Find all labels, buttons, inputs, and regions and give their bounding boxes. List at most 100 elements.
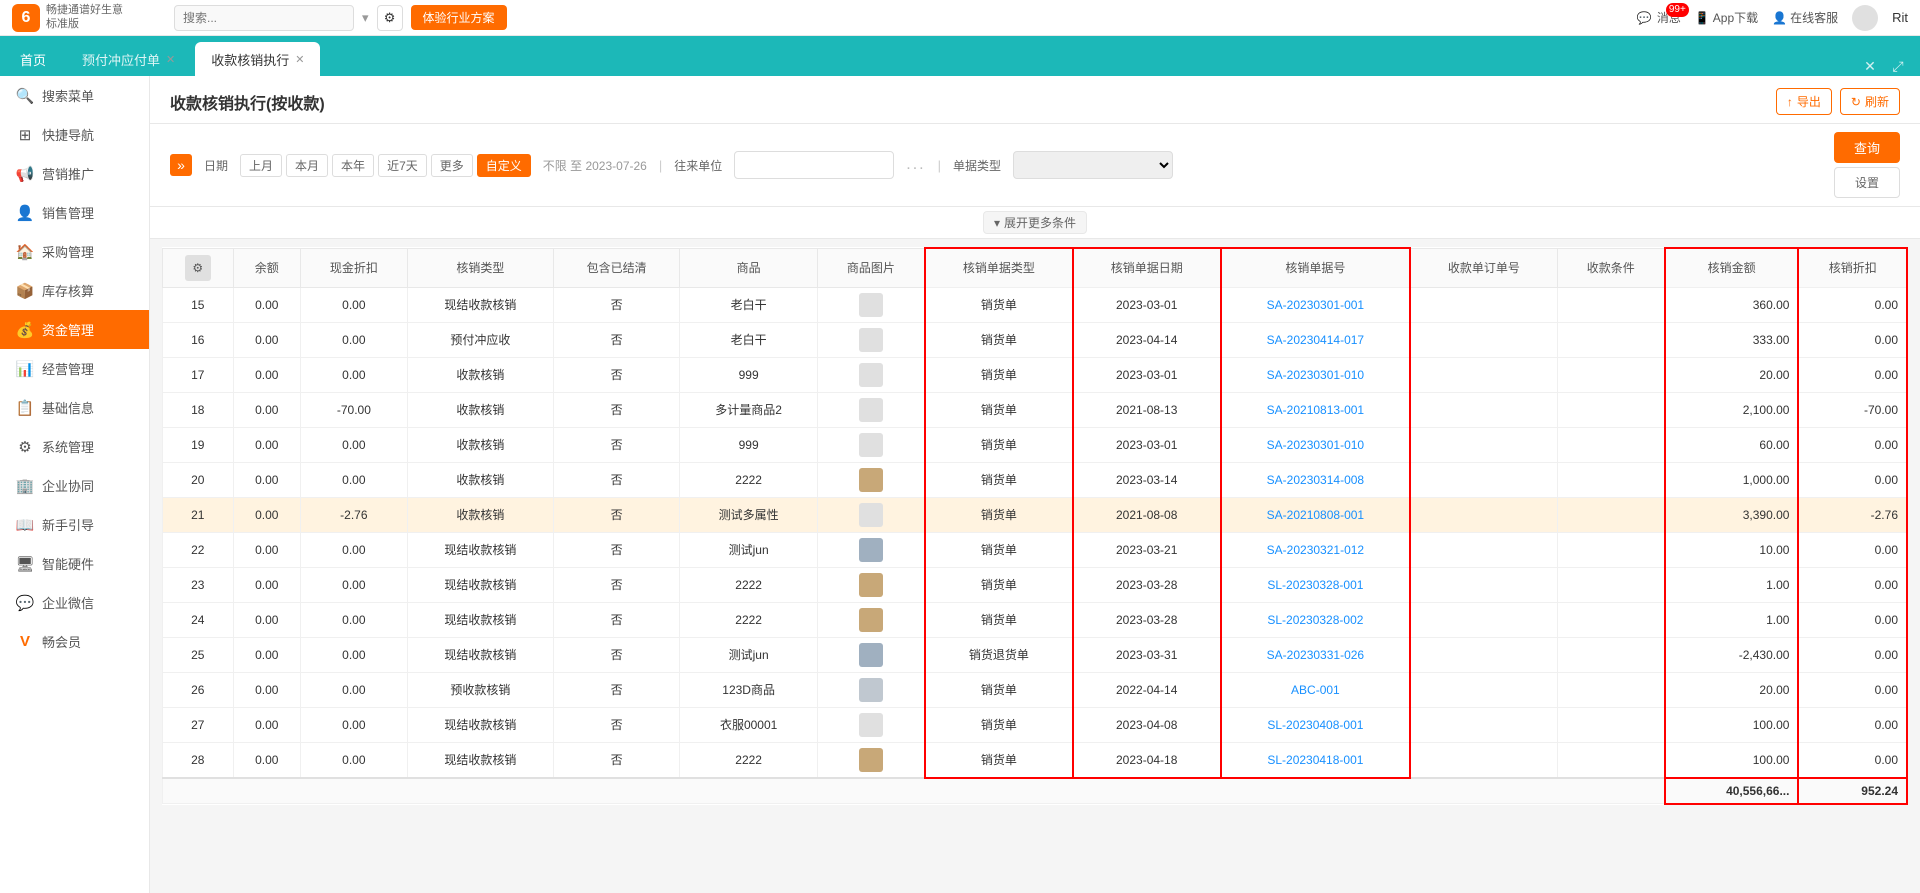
cell-bill-no[interactable]: SL-20230328-001 (1221, 567, 1411, 602)
bill-no-link[interactable]: SA-20210813-001 (1267, 403, 1364, 417)
maximize-win-btn[interactable]: ⤢ (1888, 56, 1908, 76)
sidebar-item-quicknav[interactable]: ⊞ 快捷导航 (0, 115, 149, 154)
cell-bill-no[interactable]: SA-20230301-010 (1221, 357, 1411, 392)
bill-no-link[interactable]: SL-20230328-002 (1267, 613, 1363, 627)
user-label: Rit (1892, 10, 1908, 25)
col-settings-icon[interactable]: ⚙ (185, 255, 211, 281)
bill-no-link[interactable]: SA-20230321-012 (1267, 543, 1364, 557)
cell-bill-no[interactable]: SL-20230408-001 (1221, 707, 1411, 742)
cell-product-img (817, 672, 925, 707)
table-area[interactable]: ⚙ 余额 现金折扣 核销类型 包含已结清 商品 商品图片 核销单据类型 核销单据… (150, 239, 1920, 893)
date-btn-last-month[interactable]: 上月 (240, 154, 282, 177)
sidebar-item-member[interactable]: V 畅会员 (0, 622, 149, 661)
tab-verify-close[interactable]: ✕ (295, 53, 304, 66)
service-icon: 👤 (1772, 11, 1787, 25)
cell-bill-no[interactable]: SA-20230414-017 (1221, 322, 1411, 357)
dropdown-icon[interactable]: ▾ (362, 10, 369, 26)
sidebar-item-business[interactable]: 📊 经营管理 (0, 349, 149, 388)
sidebar-item-system[interactable]: ⚙ 系统管理 (0, 427, 149, 466)
date-btn-7days[interactable]: 近7天 (378, 154, 427, 177)
bill-no-link[interactable]: SA-20230414-017 (1267, 333, 1364, 347)
bill-no-link[interactable]: SL-20230418-001 (1267, 753, 1363, 767)
close-win-btn[interactable]: ✕ (1860, 56, 1880, 76)
cell-bill-no[interactable]: SA-20230301-010 (1221, 427, 1411, 462)
sidebar-item-corp[interactable]: 🏢 企业协同 (0, 466, 149, 505)
refresh-btn[interactable]: ↻ 刷新 (1840, 88, 1900, 115)
cell-bill-no[interactable]: SA-20230301-001 (1221, 287, 1411, 322)
sidebar-item-guide[interactable]: 📖 新手引导 (0, 505, 149, 544)
cell-bill-date: 2023-03-01 (1073, 427, 1221, 462)
sidebar-item-sales[interactable]: 👤 销售管理 (0, 193, 149, 232)
table-row: 22 0.00 0.00 现结收款核销 否 测试jun 销货单 2023-03-… (163, 532, 1908, 567)
date-btn-this-month[interactable]: 本月 (286, 154, 328, 177)
bill-no-link[interactable]: SL-20230408-001 (1267, 718, 1363, 732)
industry-btn[interactable]: 体验行业方案 (411, 5, 507, 30)
cell-bill-no[interactable]: SA-20230331-026 (1221, 637, 1411, 672)
online-service[interactable]: 👤 在线客服 (1772, 9, 1838, 26)
cell-include-cleared: 否 (553, 532, 679, 567)
export-btn[interactable]: ↑ 导出 (1776, 88, 1832, 115)
cell-bill-no[interactable]: SL-20230418-001 (1221, 742, 1411, 778)
cell-bill-no[interactable]: SA-20230321-012 (1221, 532, 1411, 567)
col-bill-no: 核销单据号 (1221, 248, 1411, 287)
table-row: 21 0.00 -2.76 收款核销 否 测试多属性 销货单 2021-08-0… (163, 497, 1908, 532)
cell-bill-no[interactable]: SA-20230314-008 (1221, 462, 1411, 497)
cell-bill-type: 销货单 (925, 497, 1073, 532)
sidebar-item-purchase[interactable]: 🏠 采购管理 (0, 232, 149, 271)
marketing-icon: 📢 (16, 165, 34, 183)
sidebar-item-search[interactable]: 🔍 搜索菜单 (0, 76, 149, 115)
message-icon-wrap[interactable]: 💬 99+ 消息 (1637, 9, 1681, 26)
cell-bill-type: 销货单 (925, 707, 1073, 742)
bill-no-link[interactable]: SL-20230328-001 (1267, 578, 1363, 592)
bill-no-link[interactable]: SA-20230301-010 (1267, 438, 1364, 452)
expand-more-btn[interactable]: ▾ 展开更多条件 (983, 211, 1087, 234)
settings-icon[interactable]: ⚙ (377, 5, 403, 31)
download-icon: 📱 (1695, 11, 1710, 25)
date-btn-this-year[interactable]: 本年 (332, 154, 374, 177)
filter-expand-btn[interactable]: » (170, 154, 192, 176)
date-btn-more[interactable]: 更多 (431, 154, 473, 177)
bill-no-link[interactable]: SA-20210808-001 (1267, 508, 1364, 522)
cell-bill-no[interactable]: SA-20210808-001 (1221, 497, 1411, 532)
cell-verify-amount: 333.00 (1665, 322, 1799, 357)
wechat-icon: 💬 (16, 594, 34, 612)
tab-home[interactable]: 首页 (4, 42, 62, 76)
col-receipt-order: 收款单订单号 (1410, 248, 1557, 287)
sidebar-item-wechat[interactable]: 💬 企业微信 (0, 583, 149, 622)
bill-no-link[interactable]: SA-20230314-008 (1267, 473, 1364, 487)
sidebar-item-marketing[interactable]: 📢 营销推广 (0, 154, 149, 193)
cell-product-img (817, 602, 925, 637)
top-search-input[interactable] (174, 5, 354, 31)
tab-prepay-close[interactable]: ✕ (166, 53, 175, 66)
app-download[interactable]: 📱 App下载 (1695, 9, 1758, 26)
user-avatar[interactable] (1852, 5, 1878, 31)
sidebar-item-basic[interactable]: 📋 基础信息 (0, 388, 149, 427)
cell-verify-discount: 0.00 (1798, 322, 1907, 357)
tab-prepay[interactable]: 预付冲应付单 ✕ (66, 42, 191, 76)
date-btn-custom[interactable]: 自定义 (477, 154, 531, 177)
settings-btn[interactable]: 设置 (1834, 167, 1900, 198)
cell-receipt-condition (1557, 532, 1665, 567)
cell-balance: 0.00 (233, 392, 300, 427)
bill-no-link[interactable]: SA-20230331-026 (1267, 648, 1364, 662)
cell-bill-no[interactable]: SL-20230328-002 (1221, 602, 1411, 637)
sidebar-item-hardware[interactable]: 🖥 智能硬件 (0, 544, 149, 583)
query-btn[interactable]: 查询 (1834, 132, 1900, 163)
cell-verify-amount: 60.00 (1665, 427, 1799, 462)
tab-verify[interactable]: 收款核销执行 ✕ (195, 42, 320, 76)
bill-no-link[interactable]: SA-20230301-010 (1267, 368, 1364, 382)
cell-cash-discount: 0.00 (300, 707, 407, 742)
cell-include-cleared: 否 (553, 637, 679, 672)
cell-balance: 0.00 (233, 532, 300, 567)
cell-bill-no[interactable]: SA-20210813-001 (1221, 392, 1411, 427)
sidebar-item-inventory[interactable]: 📦 库存核算 (0, 271, 149, 310)
bill-no-link[interactable]: SA-20230301-001 (1267, 298, 1364, 312)
cell-verify-type: 预付冲应收 (407, 322, 553, 357)
from-unit-input[interactable] (734, 151, 894, 179)
cell-verify-discount: 0.00 (1798, 637, 1907, 672)
col-gear[interactable]: ⚙ (163, 248, 234, 287)
cell-bill-no[interactable]: ABC-001 (1221, 672, 1411, 707)
bill-no-link[interactable]: ABC-001 (1291, 683, 1340, 697)
sidebar-item-finance[interactable]: 💰 资金管理 (0, 310, 149, 349)
bill-type-select[interactable] (1013, 151, 1173, 179)
